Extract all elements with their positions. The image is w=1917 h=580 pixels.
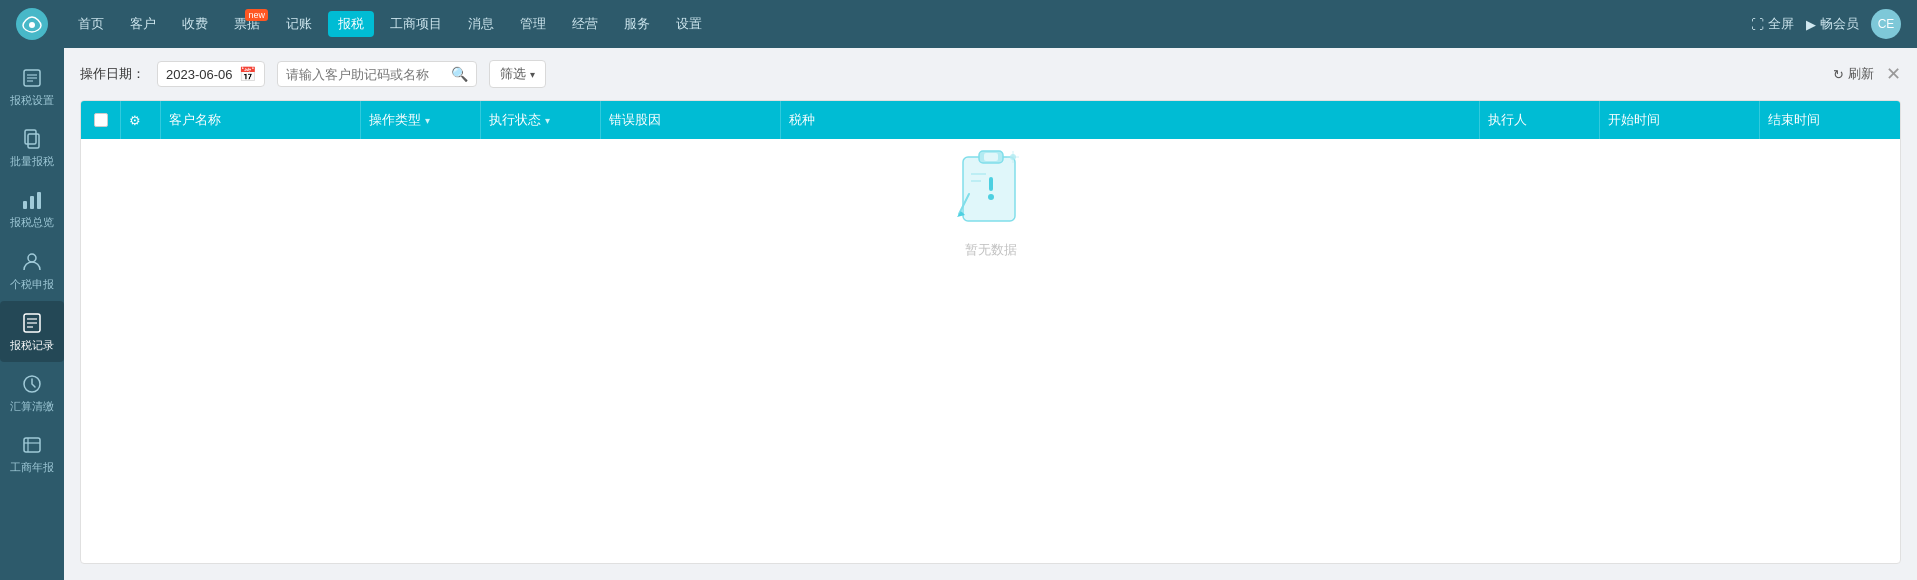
nav-item-invoice[interactable]: 票据 new [224, 11, 270, 37]
close-button[interactable]: ✕ [1886, 65, 1901, 83]
table-container: ⚙ 客户名称 操作类型 ▾ 执行状态 ▾ 错误股因 税种 [80, 100, 1901, 564]
content-area: 操作日期： 2023-06-06 📅 🔍 筛选 ▾ ↻ 刷新 ✕ [64, 48, 1917, 580]
table-header: ⚙ 客户名称 操作类型 ▾ 执行状态 ▾ 错误股因 税种 [81, 101, 1900, 139]
table-scroll: 暂无数据 [81, 139, 1900, 563]
sidebar: 报税设置 批量报税 报税总览 [0, 48, 64, 580]
sidebar-item-tax-records[interactable]: 报税记录 [0, 301, 64, 362]
sidebar-item-label: 报税总览 [10, 216, 54, 229]
annual-settlement-icon [20, 372, 44, 396]
th-checkbox [81, 101, 121, 139]
batch-tax-icon [20, 127, 44, 151]
th-end-time: 结束时间 [1760, 101, 1900, 139]
individual-tax-icon [20, 250, 44, 274]
sidebar-item-label: 汇算清缴 [10, 400, 54, 413]
table-body: 暂无数据 [81, 139, 1900, 259]
play-icon: ▶ [1806, 17, 1816, 32]
svg-rect-22 [984, 153, 998, 161]
th-settings: ⚙ [121, 101, 161, 139]
nav-items: 首页 客户 收费 票据 new 记账 报税 工商项目 消息 管理 经营 服务 设… [68, 11, 1751, 37]
nav-item-tax[interactable]: 报税 [328, 11, 374, 37]
svg-point-1 [29, 22, 35, 28]
sort-icon-operation[interactable]: ▾ [425, 115, 430, 126]
sidebar-item-label: 工商年报 [10, 461, 54, 474]
nav-item-service[interactable]: 服务 [614, 11, 660, 37]
th-error-reason: 错误股因 [601, 101, 781, 139]
empty-illustration [951, 139, 1031, 229]
svg-rect-24 [989, 177, 993, 191]
sidebar-item-individual-tax[interactable]: 个税申报 [0, 240, 64, 301]
th-tax-type: 税种 [781, 101, 1480, 139]
toolbar: 操作日期： 2023-06-06 📅 🔍 筛选 ▾ ↻ 刷新 ✕ [64, 48, 1917, 100]
sidebar-item-tax-overview[interactable]: 报税总览 [0, 178, 64, 239]
svg-rect-10 [37, 192, 41, 209]
fullscreen-button[interactable]: ⛶ 全屏 [1751, 15, 1794, 33]
nav-item-business[interactable]: 工商项目 [380, 11, 452, 37]
date-label: 操作日期： [80, 65, 145, 83]
fullscreen-icon: ⛶ [1751, 17, 1764, 32]
svg-point-11 [28, 254, 36, 262]
sort-icon-status[interactable]: ▾ [545, 115, 550, 126]
top-nav: 首页 客户 收费 票据 new 记账 报税 工商项目 消息 管理 经营 服务 设… [0, 0, 1917, 48]
user-avatar[interactable]: CE [1871, 9, 1901, 39]
nav-item-manage[interactable]: 管理 [510, 11, 556, 37]
empty-text: 暂无数据 [965, 241, 1017, 259]
svg-rect-8 [23, 201, 27, 209]
sidebar-item-label: 报税设置 [10, 94, 54, 107]
sidebar-item-annual-report[interactable]: 工商年报 [0, 423, 64, 484]
sidebar-item-label: 报税记录 [10, 339, 54, 352]
svg-point-23 [988, 194, 994, 200]
right-actions: ⛶ 全屏 ▶ 畅会员 CE [1751, 9, 1901, 39]
sidebar-item-label: 批量报税 [10, 155, 54, 168]
th-executor: 执行人 [1480, 101, 1600, 139]
logo[interactable] [16, 8, 48, 40]
select-all-checkbox[interactable] [94, 113, 108, 127]
svg-rect-7 [28, 134, 39, 148]
sidebar-item-label: 个税申报 [10, 278, 54, 291]
empty-state: 暂无数据 [951, 139, 1031, 259]
date-input[interactable]: 2023-06-06 📅 [157, 61, 265, 87]
date-value: 2023-06-06 [166, 67, 233, 82]
search-input[interactable] [286, 67, 445, 82]
nav-item-settings[interactable]: 设置 [666, 11, 712, 37]
tax-settings-icon [20, 66, 44, 90]
new-badge: new [245, 9, 268, 21]
member-button[interactable]: ▶ 畅会员 [1806, 15, 1859, 33]
th-exec-status: 执行状态 ▾ [481, 101, 601, 139]
nav-item-client[interactable]: 客户 [120, 11, 166, 37]
settings-icon[interactable]: ⚙ [129, 113, 141, 128]
chevron-down-icon: ▾ [530, 69, 535, 80]
nav-item-charge[interactable]: 收费 [172, 11, 218, 37]
nav-item-bookkeeping[interactable]: 记账 [276, 11, 322, 37]
annual-report-icon [20, 433, 44, 457]
filter-label: 筛选 [500, 65, 526, 83]
sidebar-item-tax-settings[interactable]: 报税设置 [0, 56, 64, 117]
th-start-time: 开始时间 [1600, 101, 1760, 139]
refresh-icon: ↻ [1833, 67, 1844, 82]
sidebar-item-annual-settlement[interactable]: 汇算清缴 [0, 362, 64, 423]
calendar-icon: 📅 [239, 66, 256, 82]
nav-item-message[interactable]: 消息 [458, 11, 504, 37]
nav-item-home[interactable]: 首页 [68, 11, 114, 37]
search-box: 🔍 [277, 61, 477, 87]
tax-records-icon [20, 311, 44, 335]
svg-rect-17 [24, 438, 40, 452]
svg-rect-9 [30, 196, 34, 209]
sidebar-item-batch-tax[interactable]: 批量报税 [0, 117, 64, 178]
refresh-button[interactable]: ↻ 刷新 [1833, 65, 1874, 83]
th-client-name: 客户名称 [161, 101, 361, 139]
main-layout: 报税设置 批量报税 报税总览 [0, 48, 1917, 580]
nav-item-operation[interactable]: 经营 [562, 11, 608, 37]
svg-rect-6 [25, 130, 36, 144]
th-operation-type: 操作类型 ▾ [361, 101, 481, 139]
search-icon[interactable]: 🔍 [451, 66, 468, 82]
tax-overview-icon [20, 188, 44, 212]
filter-button[interactable]: 筛选 ▾ [489, 60, 546, 88]
